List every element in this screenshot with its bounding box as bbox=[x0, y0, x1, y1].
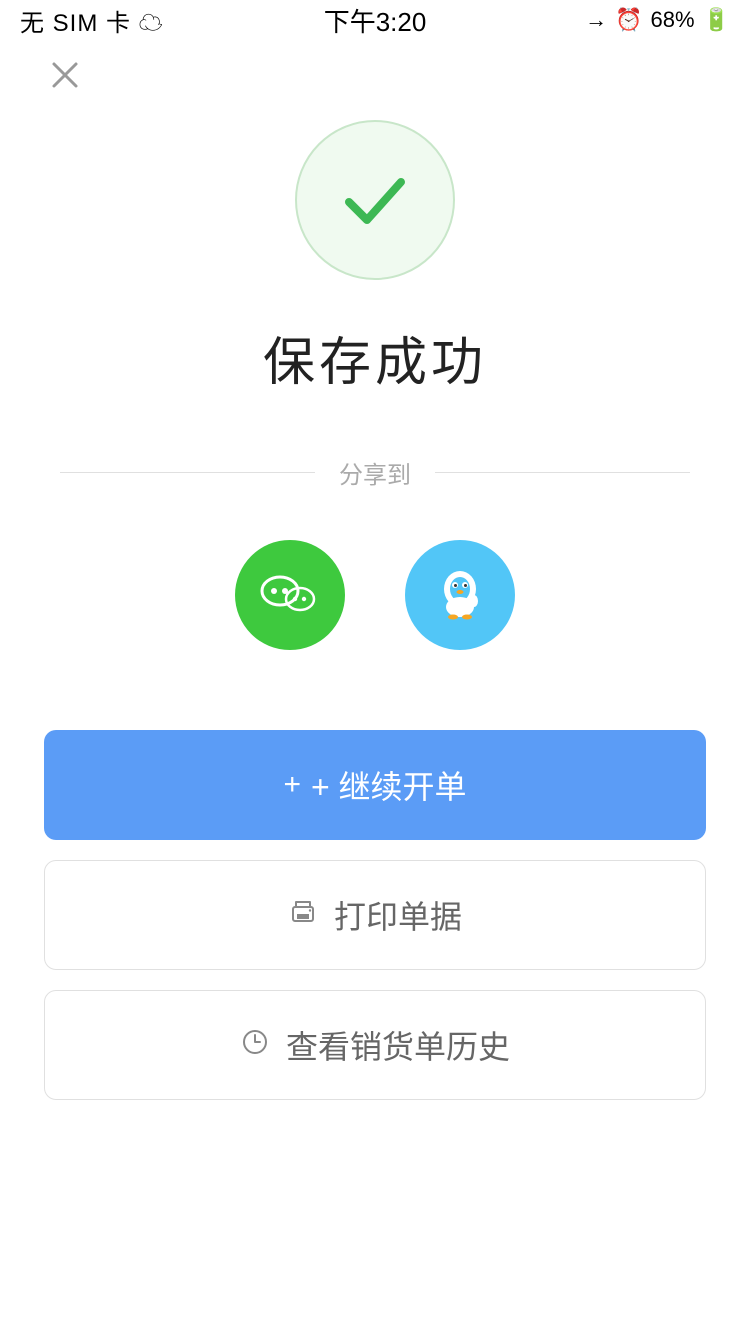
print-label: 打印单据 bbox=[334, 892, 462, 938]
main-content: 保存成功 分享到 bbox=[0, 40, 750, 1100]
status-right: → ⏰ 68% 🔋 bbox=[585, 7, 730, 33]
history-label: 查看销货单历史 bbox=[286, 1022, 510, 1068]
wechat-share-button[interactable] bbox=[235, 540, 345, 650]
success-title: 保存成功 bbox=[263, 320, 487, 395]
success-circle bbox=[295, 120, 455, 280]
checkmark-icon bbox=[335, 160, 415, 240]
history-icon bbox=[240, 1027, 270, 1063]
plus-icon: + bbox=[283, 770, 301, 800]
location-icon: → bbox=[585, 7, 607, 33]
continue-button[interactable]: + + 继续开单 bbox=[44, 730, 706, 840]
status-bar: 无 SIM 卡 ☁ 下午3:20 → ⏰ 68% 🔋 bbox=[0, 0, 750, 40]
history-button[interactable]: 查看销货单历史 bbox=[44, 990, 706, 1100]
status-time: 下午3:20 bbox=[324, 2, 427, 39]
print-button[interactable]: 打印单据 bbox=[44, 860, 706, 970]
qq-icon bbox=[428, 563, 492, 627]
close-icon bbox=[50, 60, 80, 90]
divider-right bbox=[435, 472, 690, 473]
buttons-section: + + 继续开单 打印单据 查看销货单历 bbox=[0, 730, 750, 1100]
share-icons bbox=[235, 540, 515, 650]
wechat-icon bbox=[258, 563, 322, 627]
divider-text: 分享到 bbox=[315, 455, 435, 490]
alarm-icon: ⏰ bbox=[615, 7, 642, 33]
share-divider: 分享到 bbox=[0, 455, 750, 490]
divider-left bbox=[60, 472, 315, 473]
qq-share-button[interactable] bbox=[405, 540, 515, 650]
battery-icon: 🔋 bbox=[703, 7, 730, 33]
status-left: 无 SIM 卡 ☁ bbox=[20, 3, 164, 38]
print-icon bbox=[288, 897, 318, 933]
close-button[interactable] bbox=[40, 50, 90, 100]
continue-label: + 继续开单 bbox=[311, 762, 467, 808]
battery-level: 68% bbox=[651, 7, 695, 33]
